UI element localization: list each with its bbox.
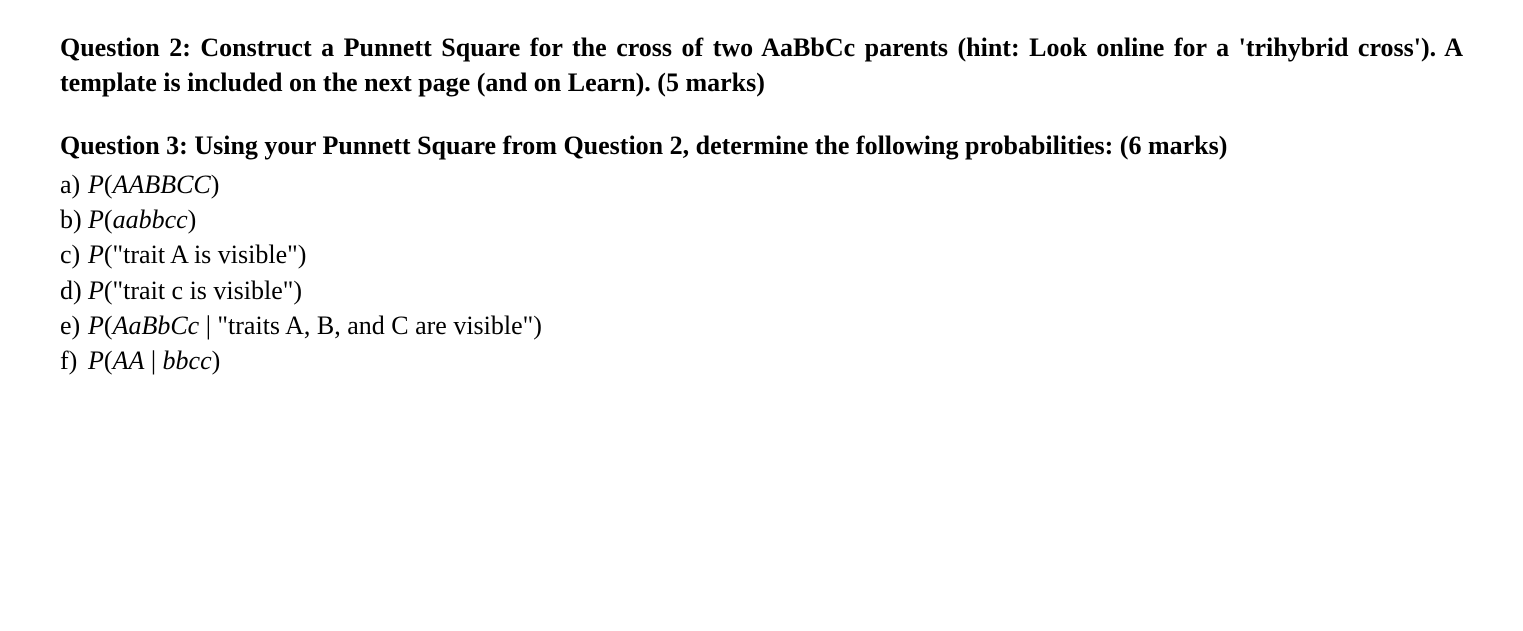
- item-e-prefix: P: [88, 311, 104, 340]
- item-c-expression: P("trait A is visible"): [88, 237, 306, 272]
- item-e-open: (: [104, 311, 113, 340]
- item-c: c) P("trait A is visible"): [60, 237, 1463, 272]
- item-b-prefix: P: [88, 205, 104, 234]
- item-e: e) P(AaBbCc | "traits A, B, and C are vi…: [60, 308, 1463, 343]
- item-d-expression: P("trait c is visible"): [88, 273, 302, 308]
- item-b-content: aabbcc: [113, 205, 188, 234]
- item-d-open: (": [104, 276, 123, 305]
- question-3-heading: Question 3: Using your Punnett Square fr…: [60, 128, 1463, 163]
- item-b-expression: P(aabbcc): [88, 202, 196, 237]
- question-3-body: Using your Punnett Square from Question …: [194, 131, 1227, 160]
- question-3-items: a) P(AABBCC) b) P(aabbcc) c) P("trait A …: [60, 167, 1463, 378]
- item-f: f) P(AA | bbcc): [60, 343, 1463, 378]
- question-3-label: Question 3:: [60, 131, 188, 160]
- item-c-label: c): [60, 237, 88, 272]
- item-f-content: AA: [113, 346, 145, 375]
- item-e-label: e): [60, 308, 88, 343]
- item-c-close: "): [287, 240, 306, 269]
- item-a: a) P(AABBCC): [60, 167, 1463, 202]
- item-a-label: a): [60, 167, 88, 202]
- item-d: d) P("trait c is visible"): [60, 273, 1463, 308]
- question-2: Question 2: Construct a Punnett Square f…: [60, 30, 1463, 100]
- item-b-open: (: [104, 205, 113, 234]
- item-d-content: trait c is visible: [123, 276, 283, 305]
- item-d-label: d): [60, 273, 88, 308]
- item-c-prefix: P: [88, 240, 104, 269]
- question-3: Question 3: Using your Punnett Square fr…: [60, 128, 1463, 378]
- item-f-open: (: [104, 346, 113, 375]
- item-e-mid: | ": [199, 311, 228, 340]
- item-f-expression: P(AA | bbcc): [88, 343, 220, 378]
- item-f-prefix: P: [88, 346, 104, 375]
- item-e-content: AaBbCc: [113, 311, 200, 340]
- item-d-close: "): [283, 276, 302, 305]
- question-2-body: Construct a Punnett Square for the cross…: [60, 33, 1463, 97]
- item-a-open: (: [104, 170, 113, 199]
- item-e-content2: traits A, B, and C are visible: [228, 311, 523, 340]
- item-f-close: ): [212, 346, 221, 375]
- item-a-content: AABBCC: [113, 170, 211, 199]
- item-f-content2: bbcc: [163, 346, 212, 375]
- item-e-close: "): [523, 311, 542, 340]
- item-c-content: trait A is visible: [123, 240, 287, 269]
- question-2-label: Question 2:: [60, 33, 191, 62]
- item-d-prefix: P: [88, 276, 104, 305]
- item-a-close: ): [211, 170, 220, 199]
- item-b-close: ): [188, 205, 197, 234]
- item-a-expression: P(AABBCC): [88, 167, 219, 202]
- item-f-label: f): [60, 343, 88, 378]
- question-2-text: Question 2: Construct a Punnett Square f…: [60, 30, 1463, 100]
- item-b-label: b): [60, 202, 88, 237]
- item-e-expression: P(AaBbCc | "traits A, B, and C are visib…: [88, 308, 542, 343]
- item-c-open: (": [104, 240, 123, 269]
- item-f-mid: |: [144, 346, 162, 375]
- item-b: b) P(aabbcc): [60, 202, 1463, 237]
- item-a-prefix: P: [88, 170, 104, 199]
